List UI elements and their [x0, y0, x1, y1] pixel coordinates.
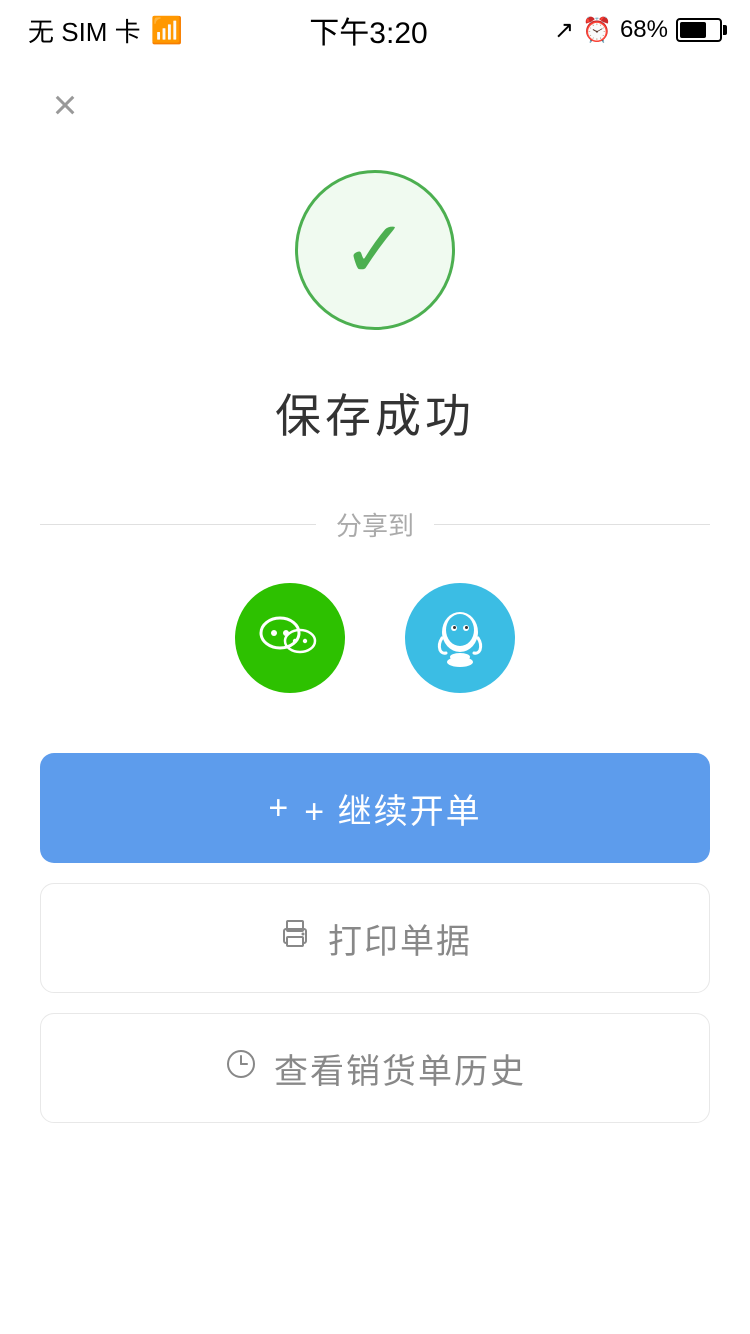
history-button[interactable]: 查看销货单历史	[40, 1013, 710, 1123]
print-label: 打印单据	[328, 914, 472, 963]
alarm-icon: ⏰	[582, 16, 612, 45]
status-right: ↗ ⏰ 68%	[554, 16, 722, 45]
history-label: 查看销货单历史	[274, 1044, 526, 1093]
status-bar: 无 SIM 卡 📶 下午3:20 ↗ ⏰ 68%	[0, 0, 750, 60]
share-label: 分享到	[336, 506, 414, 543]
battery-percent: 68%	[620, 16, 668, 44]
close-button[interactable]: ×	[40, 80, 90, 130]
history-icon	[224, 1047, 258, 1090]
no-sim-label: 无 SIM 卡	[28, 12, 141, 49]
qq-share-button[interactable]	[405, 583, 515, 693]
battery-icon	[676, 18, 722, 42]
location-icon: ↗	[554, 16, 574, 45]
wechat-share-button[interactable]	[235, 583, 345, 693]
main-content: × ✓ 保存成功 分享到	[0, 60, 750, 1334]
share-icons	[235, 583, 515, 693]
wifi-icon: 📶	[151, 15, 183, 46]
wechat-icon	[259, 607, 321, 669]
continue-order-button[interactable]: + + 继续开单	[40, 753, 710, 863]
plus-icon: +	[268, 789, 288, 828]
qq-icon	[430, 606, 490, 670]
share-divider: 分享到	[40, 506, 710, 543]
printer-icon	[278, 917, 312, 960]
battery-fill	[680, 22, 706, 38]
success-circle: ✓	[295, 170, 455, 330]
success-title: 保存成功	[275, 380, 475, 446]
status-time: 下午3:20	[309, 8, 427, 52]
divider-right	[434, 524, 710, 525]
divider-left	[40, 524, 316, 525]
print-button[interactable]: 打印单据	[40, 883, 710, 993]
checkmark-icon: ✓	[341, 210, 408, 290]
continue-order-label: + 继续开单	[304, 784, 481, 833]
action-buttons: + + 继续开单 打印单据 查看销货单历史	[40, 753, 710, 1123]
status-left: 无 SIM 卡 📶	[28, 12, 183, 49]
close-icon: ×	[53, 84, 78, 126]
share-section: 分享到	[40, 506, 710, 693]
success-section: ✓ 保存成功	[275, 170, 475, 446]
